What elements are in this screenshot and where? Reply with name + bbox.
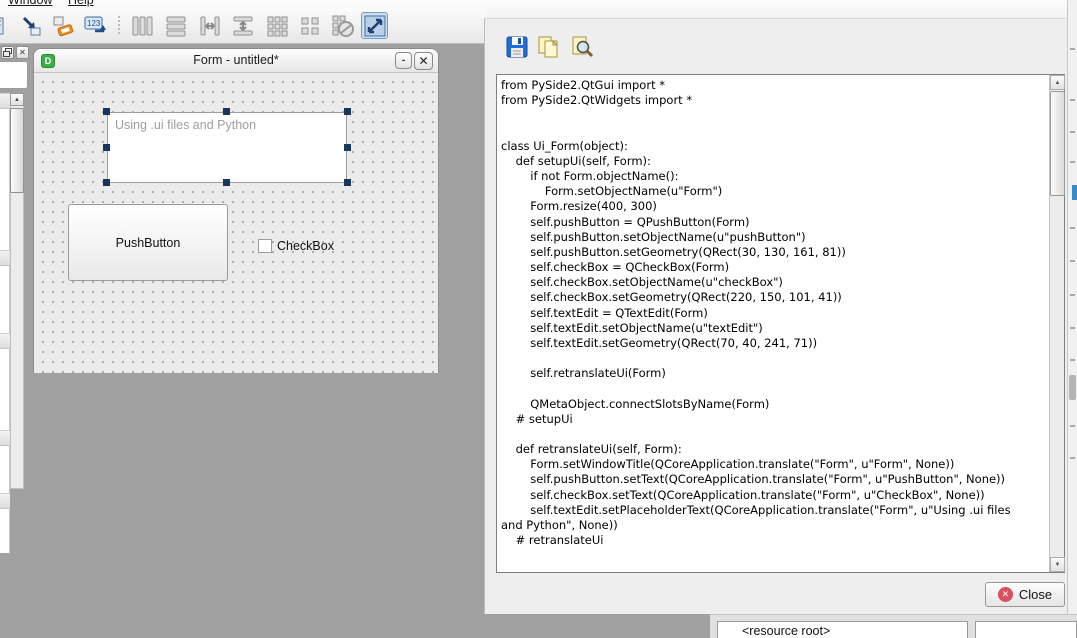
layout-horizontally-icon bbox=[130, 14, 154, 38]
find-in-code-button[interactable] bbox=[569, 36, 595, 62]
scroll-down-button[interactable]: ▼ bbox=[1050, 557, 1065, 572]
form-canvas[interactable]: Using .ui files and Python PushButton Ch… bbox=[34, 73, 438, 373]
close-button-label: Close bbox=[1019, 587, 1052, 602]
copy-icon bbox=[536, 35, 562, 64]
restore-icon bbox=[3, 48, 12, 57]
tree-branch-mark bbox=[1070, 327, 1075, 329]
scroll-up-button[interactable]: ▲ bbox=[1050, 75, 1065, 90]
toolbar-separator bbox=[118, 16, 120, 36]
layout-horizontally-in-splitter-button[interactable] bbox=[196, 12, 223, 39]
copy-code-button[interactable] bbox=[536, 36, 562, 62]
checkbox-widget[interactable]: CheckBox bbox=[258, 238, 334, 253]
close-dialog-button[interactable]: ✕ Close bbox=[985, 582, 1065, 607]
edit-widgets-icon bbox=[0, 16, 5, 36]
selection-handle-mid-left[interactable] bbox=[103, 144, 110, 151]
edit-buddies-button[interactable] bbox=[49, 12, 76, 39]
view-code-dialog: from PySide2.QtGui import * from PySide2… bbox=[484, 18, 1067, 614]
resource-root-item[interactable]: <resource root> bbox=[718, 622, 967, 638]
edit-buddies-icon bbox=[52, 15, 74, 37]
right-panel-fragment bbox=[1067, 0, 1077, 614]
widget-category-row[interactable] bbox=[0, 333, 10, 349]
code-scrollbar[interactable]: ▲ ▼ bbox=[1049, 75, 1064, 572]
form-editor-window: D Form - untitled* - ✕ Using .ui files a… bbox=[33, 48, 439, 373]
code-view[interactable]: from PySide2.QtGui import * from PySide2… bbox=[496, 74, 1065, 573]
selection-handle-mid-right[interactable] bbox=[344, 144, 351, 151]
layout-vertically-icon bbox=[164, 14, 188, 38]
layout-in-grid-icon bbox=[265, 14, 289, 38]
selection-handle-bottom-left[interactable] bbox=[103, 179, 110, 186]
widget-category-row[interactable] bbox=[0, 250, 10, 266]
adjust-size-button[interactable] bbox=[361, 12, 388, 39]
panel-close-button[interactable]: ✕ bbox=[16, 46, 29, 59]
layout-vertically-in-splitter-icon bbox=[231, 14, 255, 38]
menu-help[interactable]: Help bbox=[68, 0, 94, 7]
tree-branch-mark bbox=[1070, 359, 1075, 361]
form-window-title: Form - untitled* bbox=[34, 53, 438, 67]
layout-in-form-button[interactable] bbox=[296, 12, 323, 39]
adjust-size-icon bbox=[364, 15, 386, 37]
checkbox-label: CheckBox bbox=[277, 239, 334, 253]
svg-text:123: 123 bbox=[87, 19, 101, 28]
widget-filter-input[interactable] bbox=[0, 61, 28, 89]
form-window-titlebar[interactable]: D Form - untitled* - ✕ bbox=[34, 49, 438, 73]
panel-restore-button[interactable] bbox=[1, 46, 14, 59]
pushbutton-widget[interactable]: PushButton bbox=[68, 204, 228, 281]
break-layout-button[interactable] bbox=[329, 12, 356, 39]
tree-branch-mark bbox=[1070, 48, 1075, 50]
menu-bar: Window Help bbox=[0, 0, 484, 8]
layout-in-grid-button[interactable] bbox=[263, 12, 290, 39]
save-icon bbox=[505, 35, 529, 64]
tree-branch-mark bbox=[1070, 131, 1075, 133]
textedit-widget[interactable]: Using .ui files and Python bbox=[107, 112, 347, 183]
tree-branch-mark bbox=[1070, 161, 1075, 163]
layout-vertically-button[interactable] bbox=[162, 12, 189, 39]
resource-tree[interactable]: <resource root> bbox=[717, 621, 968, 638]
layout-in-form-icon bbox=[298, 14, 322, 38]
main-toolbar: 123 bbox=[0, 8, 486, 44]
widget-box-scroll-up[interactable]: ▲ bbox=[10, 93, 24, 106]
edit-tab-order-button[interactable]: 123 bbox=[81, 12, 108, 39]
widget-list-fragment bbox=[0, 93, 10, 553]
generated-python-code[interactable]: from PySide2.QtGui import * from PySide2… bbox=[497, 75, 1049, 572]
tree-branch-mark bbox=[1070, 294, 1075, 296]
tree-branch-mark bbox=[1070, 227, 1075, 229]
widget-category-row[interactable] bbox=[0, 430, 10, 446]
close-icon: ✕ bbox=[998, 587, 1013, 602]
resource-preview-pane[interactable] bbox=[975, 621, 1077, 638]
menu-window[interactable]: Window bbox=[8, 0, 52, 7]
edit-signals-slots-button[interactable] bbox=[17, 12, 44, 39]
selection-highlight-fragment bbox=[1072, 185, 1077, 200]
tree-branch-mark bbox=[1070, 457, 1075, 459]
selection-handle-top-left[interactable] bbox=[103, 108, 110, 115]
selection-handle-top-center[interactable] bbox=[223, 108, 230, 115]
qt-designer-screen: Window Help 123 bbox=[0, 0, 1077, 638]
edit-widgets-button[interactable] bbox=[0, 12, 8, 39]
widget-box-scroll-thumb[interactable] bbox=[10, 108, 24, 193]
widget-box-panel-fragment: ✕ ▲ bbox=[0, 44, 30, 560]
selection-handle-bottom-center[interactable] bbox=[223, 179, 230, 186]
form-close-button[interactable]: ✕ bbox=[414, 52, 433, 70]
tree-branch-mark bbox=[1070, 425, 1075, 427]
textedit-placeholder: Using .ui files and Python bbox=[108, 113, 346, 137]
tree-branch-mark bbox=[1070, 260, 1075, 262]
widget-category-row[interactable] bbox=[0, 93, 10, 109]
form-minimize-button[interactable]: - bbox=[395, 52, 412, 69]
find-icon bbox=[569, 35, 595, 64]
break-layout-icon bbox=[330, 13, 356, 39]
selection-handle-bottom-right[interactable] bbox=[344, 179, 351, 186]
save-code-button[interactable] bbox=[504, 36, 530, 62]
layout-vertically-in-splitter-button[interactable] bbox=[229, 12, 256, 39]
tree-branch-mark bbox=[1070, 99, 1075, 101]
layout-horizontally-button[interactable] bbox=[128, 12, 155, 39]
widget-category-row[interactable] bbox=[0, 493, 10, 509]
layout-horizontally-in-splitter-icon bbox=[198, 14, 222, 38]
resource-browser-fragment: <resource root> bbox=[710, 614, 1077, 638]
right-scrollbar-thumb[interactable] bbox=[1069, 375, 1076, 400]
edit-tab-order-icon: 123 bbox=[83, 14, 107, 38]
selection-handle-top-right[interactable] bbox=[344, 108, 351, 115]
edit-signals-slots-icon bbox=[20, 15, 42, 37]
code-scrollbar-thumb[interactable] bbox=[1050, 91, 1065, 196]
checkbox-indicator[interactable] bbox=[258, 239, 272, 253]
